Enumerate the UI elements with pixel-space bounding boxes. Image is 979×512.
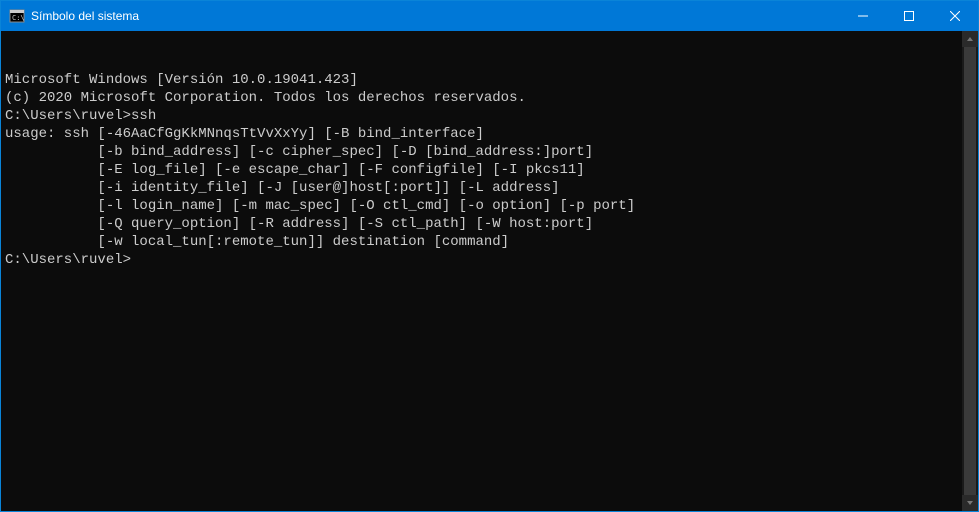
terminal-area[interactable]: Microsoft Windows [Versión 10.0.19041.42… (1, 31, 978, 511)
terminal-line: [-b bind_address] [-c cipher_spec] [-D [… (5, 143, 974, 161)
minimize-button[interactable] (840, 1, 886, 31)
terminal-line: [-Q query_option] [-R address] [-S ctl_p… (5, 215, 974, 233)
terminal-line: C:\Users\ruvel>ssh (5, 107, 974, 125)
terminal-line: (c) 2020 Microsoft Corporation. Todos lo… (5, 89, 974, 107)
close-button[interactable] (932, 1, 978, 31)
terminal-line: C:\Users\ruvel> (5, 251, 974, 269)
terminal-line: [-w local_tun[:remote_tun]] destination … (5, 233, 974, 251)
titlebar[interactable]: C:\ Símbolo del sistema (1, 1, 978, 31)
vertical-scrollbar[interactable] (962, 31, 978, 511)
scroll-thumb[interactable] (964, 47, 976, 495)
terminal-line: [-l login_name] [-m mac_spec] [-O ctl_cm… (5, 197, 974, 215)
maximize-button[interactable] (886, 1, 932, 31)
command-prompt-window: C:\ Símbolo del sistema Microsoft Window… (0, 0, 979, 512)
scroll-up-button[interactable] (962, 31, 978, 47)
scroll-down-button[interactable] (962, 495, 978, 511)
terminal-line: Microsoft Windows [Versión 10.0.19041.42… (5, 71, 974, 89)
terminal-line: usage: ssh [-46AaCfGgKkMNnqsTtVvXxYy] [-… (5, 125, 974, 143)
scroll-track[interactable] (962, 47, 978, 495)
cmd-icon: C:\ (9, 8, 25, 24)
terminal-line: [-i identity_file] [-J [user@]host[:port… (5, 179, 974, 197)
terminal-output: Microsoft Windows [Versión 10.0.19041.42… (5, 71, 974, 269)
window-title: Símbolo del sistema (31, 9, 139, 23)
svg-text:C:\: C:\ (12, 14, 25, 22)
terminal-line: [-E log_file] [-e escape_char] [-F confi… (5, 161, 974, 179)
